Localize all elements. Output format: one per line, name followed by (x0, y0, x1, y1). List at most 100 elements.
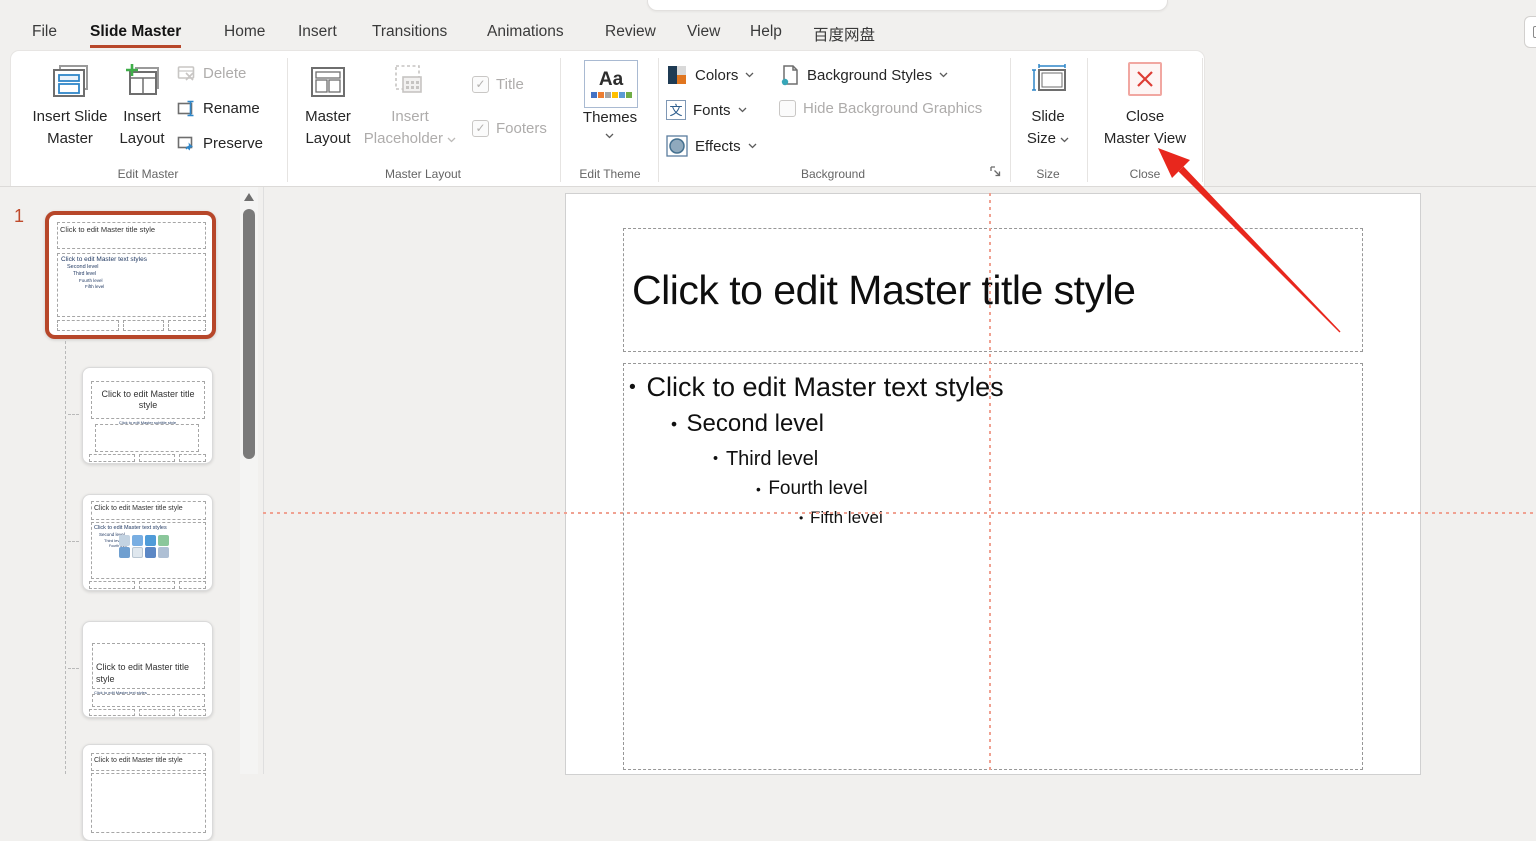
slide-size-button[interactable] (1029, 62, 1069, 100)
colors-label: Colors (695, 66, 739, 84)
thumb-body-placeholder (91, 773, 206, 833)
group-separator (1087, 58, 1088, 182)
bullet-level-1[interactable]: • Click to edit Master text styles (629, 369, 1004, 405)
bullet-text: Second level (686, 410, 824, 437)
insert-placeholder-icon (395, 65, 422, 93)
slide-size-label[interactable]: Size (1018, 128, 1078, 150)
close-master-view-button[interactable] (1128, 62, 1162, 96)
insert-placeholder-button[interactable] (390, 62, 430, 102)
tab-transitions[interactable]: Transitions (372, 23, 447, 41)
bullet-text: Click to edit Master text styles (646, 371, 1004, 402)
thumb-title-placeholder: Click to edit Master title style (91, 501, 206, 520)
master-layout-label[interactable]: Master (298, 106, 358, 128)
thumb-bullet: Second level (67, 264, 99, 270)
footer-placeholder-box (179, 581, 206, 589)
background-styles-icon (781, 65, 798, 86)
scrollbar-up-arrow[interactable] (244, 193, 254, 201)
footer-placeholder-box (123, 320, 164, 331)
effects-label: Effects (695, 137, 741, 155)
close-master-view-label[interactable]: Close (1095, 106, 1195, 128)
colors-icon (668, 66, 686, 84)
layout-thumbnail-section-header[interactable]: Click to edit Master title style Click t… (82, 621, 213, 718)
layout-connector-stub (68, 414, 79, 416)
footer-placeholder-box (139, 454, 175, 462)
themes-label[interactable]: Themes (575, 107, 645, 129)
bullet-level-2[interactable]: • Second level (671, 408, 824, 440)
insert-layout-label[interactable]: Insert (112, 106, 172, 128)
edit-theme-group-label: Edit Theme (579, 167, 641, 181)
checkbox-unchecked-icon (779, 100, 796, 117)
slide-title-text[interactable]: Click to edit Master title style (623, 228, 1363, 352)
footer-placeholder-box (179, 709, 206, 716)
close-master-view-label[interactable]: Master View (1095, 128, 1195, 150)
tab-insert[interactable]: Insert (298, 23, 337, 41)
vertical-guide[interactable] (989, 193, 991, 774)
tab-help[interactable]: Help (750, 23, 782, 41)
thumb-title-placeholder: Click to edit Master title style (91, 381, 205, 419)
thumb-bullet: Click to edit Master text styles (61, 256, 147, 263)
ribbon-display-options-button[interactable] (1524, 16, 1536, 48)
preserve-button[interactable]: Preserve (177, 134, 263, 153)
colors-button[interactable]: Colors (666, 64, 754, 86)
sidebar-scrollbar-thumb[interactable] (243, 209, 255, 459)
tab-review[interactable]: Review (605, 23, 656, 41)
fonts-button[interactable]: 文 Fonts (666, 100, 747, 120)
layout-connector-stub (68, 668, 79, 670)
group-separator (560, 58, 561, 182)
layout-thumbnail-partial[interactable]: Click to edit Master title style (82, 744, 213, 841)
thumb-subtitle-placeholder (95, 424, 199, 452)
rename-label: Rename (203, 100, 260, 117)
layout-connector-stub (68, 541, 79, 543)
hide-background-graphics-checkbox[interactable]: Hide Background Graphics (779, 100, 982, 117)
slide-size-icon (1032, 64, 1066, 91)
master-layout-group-label: Master Layout (384, 167, 462, 181)
bullet-text: Fourth level (768, 478, 868, 499)
tab-baidu-netdisk[interactable]: 百度网盘 (813, 23, 875, 45)
layout-thumbnail-title-and-content[interactable]: Click to edit Master title style Click t… (82, 494, 213, 591)
tab-animations[interactable]: Animations (487, 23, 564, 41)
master-layout-icon (311, 67, 345, 97)
group-separator (1010, 58, 1011, 182)
sidebar-divider (263, 187, 264, 774)
tab-slide-master[interactable]: Slide Master (90, 23, 182, 48)
layout-thumbnail-title-slide[interactable]: Click to edit Master title style Click t… (82, 367, 213, 464)
insert-placeholder-label[interactable]: Insert (375, 106, 445, 128)
bullet-icon: • (629, 375, 636, 398)
effects-button[interactable]: Effects (666, 135, 757, 157)
footer-placeholder-box (57, 320, 119, 331)
footers-checkbox[interactable]: ✓ Footers (472, 120, 547, 137)
chevron-down-icon (1060, 137, 1069, 143)
bullet-level-5[interactable]: • Fifth level (799, 506, 883, 530)
chevron-down-icon (738, 107, 747, 113)
bullet-level-4[interactable]: • Fourth level (756, 476, 868, 502)
insert-slide-master-label[interactable]: Master (26, 128, 114, 150)
insert-layout-button[interactable] (122, 62, 162, 102)
tab-view[interactable]: View (687, 23, 720, 41)
insert-slide-master-label[interactable]: Insert Slide (26, 106, 114, 128)
footer-placeholder-box (89, 581, 135, 589)
tab-file[interactable]: File (32, 23, 57, 41)
chevron-down-icon[interactable] (605, 133, 614, 139)
chevron-down-icon (745, 72, 754, 78)
themes-button[interactable]: Aa (584, 60, 638, 108)
master-layout-button[interactable] (308, 62, 348, 102)
checkbox-checked-icon: ✓ (472, 120, 489, 137)
layout-connector-line (65, 341, 67, 774)
slide-size-label[interactable]: Slide (1018, 106, 1078, 128)
effects-icon (666, 135, 688, 157)
slide-master-thumbnail[interactable]: Click to edit Master title style Click t… (45, 211, 216, 339)
master-layout-label[interactable]: Layout (298, 128, 358, 150)
tab-home[interactable]: Home (224, 23, 265, 41)
thumb-body-placeholder: Click to edit Master text styles Second … (57, 253, 206, 317)
bullet-text: Fifth level (810, 508, 883, 527)
insert-slide-master-button[interactable] (50, 62, 90, 102)
insert-layout-label[interactable]: Layout (112, 128, 172, 150)
rename-button[interactable]: Rename (177, 99, 260, 118)
insert-placeholder-label[interactable]: Placeholder (355, 128, 465, 150)
title-checkbox[interactable]: ✓ Title (472, 76, 524, 93)
footers-checkbox-label: Footers (496, 120, 547, 137)
delete-button[interactable]: Delete (177, 64, 246, 83)
bullet-level-3[interactable]: • Third level (713, 445, 818, 473)
horizontal-guide[interactable] (263, 512, 1536, 514)
background-styles-button[interactable]: Background Styles (779, 64, 948, 86)
